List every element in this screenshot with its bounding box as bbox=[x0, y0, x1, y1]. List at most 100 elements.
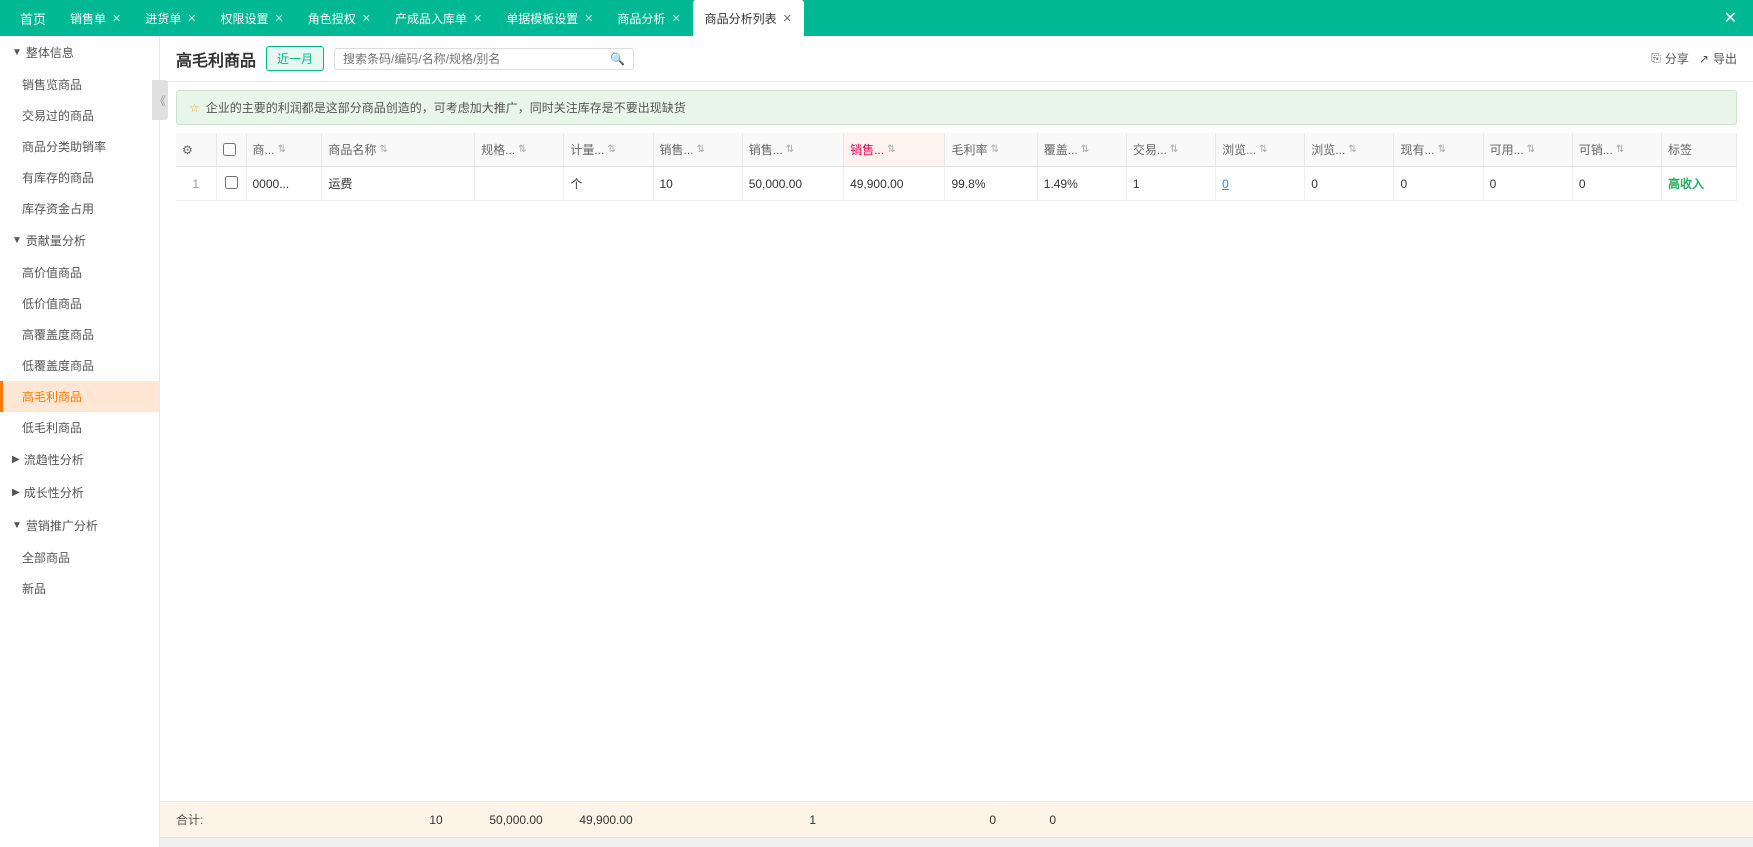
footer-values: 10 50,000.00 49,900.00 1 0 0 bbox=[223, 813, 1737, 827]
table-body: 1 0000... 运费 个 10 50,000.00 49,900.00 99… bbox=[176, 167, 1737, 201]
row-checkbox[interactable] bbox=[225, 176, 238, 189]
col-stock-saleable-header[interactable]: 可销... ⇅ bbox=[1572, 133, 1661, 167]
close-product-analysis-list-tab[interactable]: ✕ bbox=[783, 12, 792, 25]
sidebar-item-in-stock-products[interactable]: 有库存的商品 bbox=[0, 162, 159, 193]
col-trade-label: 交易... bbox=[1133, 141, 1167, 158]
nav-home[interactable]: 首页 bbox=[8, 0, 58, 36]
nav-product-analysis-list[interactable]: 商品分析列表 ✕ bbox=[693, 0, 804, 36]
close-sales-order-tab[interactable]: ✕ bbox=[112, 12, 121, 25]
horizontal-scrollbar[interactable] bbox=[160, 837, 1753, 847]
footer-bar: 合计: 10 50,000.00 49,900.00 1 0 0 bbox=[160, 801, 1753, 837]
nav-template-settings[interactable]: 单据模板设置 ✕ bbox=[494, 0, 605, 36]
search-icon[interactable]: 🔍 bbox=[610, 52, 625, 66]
col-spec-header[interactable]: 规格... ⇅ bbox=[475, 133, 564, 167]
sort-sales-amount-icon[interactable]: ⇅ bbox=[786, 144, 794, 155]
sort-gross-rate-icon[interactable]: ⇅ bbox=[990, 144, 998, 155]
sidebar-item-low-coverage[interactable]: 低覆盖度商品 bbox=[0, 350, 159, 381]
sidebar-item-low-value[interactable]: 低价值商品 bbox=[0, 288, 159, 319]
row-name: 运费 bbox=[322, 167, 475, 201]
nav-permission-settings[interactable]: 权限设置 ✕ bbox=[208, 0, 295, 36]
footer-sales-cost-val: 49,900.00 bbox=[573, 813, 663, 827]
sort-browse1-icon[interactable]: ⇅ bbox=[1259, 144, 1267, 155]
table-row: 1 0000... 运费 个 10 50,000.00 49,900.00 99… bbox=[176, 167, 1737, 201]
col-tag-header: 标签 bbox=[1662, 133, 1737, 167]
sidebar-section-flow-analysis[interactable]: ▶ 流趋性分析 bbox=[0, 443, 159, 476]
sort-sales-cost-icon[interactable]: ⇅ bbox=[887, 144, 895, 155]
close-permission-settings-tab[interactable]: ✕ bbox=[275, 12, 284, 25]
close-product-analysis-tab[interactable]: ✕ bbox=[671, 12, 680, 25]
col-unit-header[interactable]: 计量... ⇅ bbox=[564, 133, 653, 167]
col-browse1-header[interactable]: 浏览... ⇅ bbox=[1216, 133, 1305, 167]
col-sales-qty-header[interactable]: 销售... ⇅ bbox=[653, 133, 742, 167]
col-spec-label: 规格... bbox=[481, 141, 515, 158]
table-container: ⚙ 商... ⇅ 商品名称 bbox=[160, 133, 1753, 801]
nav-product-analysis[interactable]: 商品分析 ✕ bbox=[605, 0, 692, 36]
col-browse2-header[interactable]: 浏览... ⇅ bbox=[1305, 133, 1394, 167]
nav-sales-order[interactable]: 销售单 ✕ bbox=[58, 0, 133, 36]
col-sales-cost-header[interactable]: 销售... ⇅ bbox=[844, 133, 945, 167]
col-stock-usable-header[interactable]: 可用... ⇅ bbox=[1483, 133, 1572, 167]
sidebar-item-high-value[interactable]: 高价值商品 bbox=[0, 257, 159, 288]
col-stock-saleable-label: 可销... bbox=[1579, 141, 1613, 158]
sidebar-section-marketing-analysis[interactable]: ▼ 营销推广分析 bbox=[0, 509, 159, 542]
sort-spec-icon[interactable]: ⇅ bbox=[518, 144, 526, 155]
sidebar-section-general-info[interactable]: ▼ 整体信息 bbox=[0, 36, 159, 69]
tip-icon: ☆ bbox=[189, 101, 200, 115]
sort-browse2-icon[interactable]: ⇅ bbox=[1348, 144, 1356, 155]
sort-stock-current-icon[interactable]: ⇅ bbox=[1437, 144, 1445, 155]
sort-name-icon[interactable]: ⇅ bbox=[379, 144, 387, 155]
sidebar-collapse-button[interactable]: 《 bbox=[152, 80, 168, 120]
col-sales-amount-header[interactable]: 销售... ⇅ bbox=[742, 133, 843, 167]
row-browse1[interactable]: 0 bbox=[1216, 167, 1305, 201]
search-input[interactable] bbox=[343, 52, 610, 66]
date-filter-button[interactable]: 近一月 bbox=[266, 46, 324, 71]
close-window-button[interactable]: ✕ bbox=[1716, 8, 1745, 28]
sidebar-item-new-products[interactable]: 新品 bbox=[0, 573, 159, 604]
sidebar-item-low-margin[interactable]: 低毛利商品 bbox=[0, 412, 159, 443]
col-settings[interactable]: ⚙ bbox=[176, 133, 216, 167]
row-coverage: 1.49% bbox=[1037, 167, 1126, 201]
footer-sales-qty-val: 10 bbox=[423, 813, 483, 827]
col-name-header[interactable]: 商品名称 ⇅ bbox=[322, 133, 475, 167]
row-sales-cost: 49,900.00 bbox=[844, 167, 945, 201]
col-stock-current-header[interactable]: 现有... ⇅ bbox=[1394, 133, 1483, 167]
share-button[interactable]: ⎘ 分享 bbox=[1651, 50, 1689, 67]
sort-unit-icon[interactable]: ⇅ bbox=[607, 144, 615, 155]
select-all-checkbox[interactable] bbox=[223, 143, 236, 156]
sidebar-section-contribution-analysis[interactable]: ▼ 贡献量分析 bbox=[0, 224, 159, 257]
sort-code-icon[interactable]: ⇅ bbox=[278, 144, 286, 155]
sort-stock-usable-icon[interactable]: ⇅ bbox=[1527, 144, 1535, 155]
row-checkbox-cell[interactable] bbox=[216, 167, 246, 201]
sidebar-item-traded-products[interactable]: 交易过的商品 bbox=[0, 100, 159, 131]
close-purchase-order-tab[interactable]: ✕ bbox=[187, 12, 196, 25]
sort-stock-saleable-icon[interactable]: ⇅ bbox=[1616, 144, 1624, 155]
sidebar-section-growth-label: 成长性分析 bbox=[24, 484, 84, 501]
close-role-auth-tab[interactable]: ✕ bbox=[362, 12, 371, 25]
row-trade: 1 bbox=[1126, 167, 1215, 201]
nav-purchase-order[interactable]: 进货单 ✕ bbox=[133, 0, 208, 36]
col-coverage-header[interactable]: 覆盖... ⇅ bbox=[1037, 133, 1126, 167]
row-stock-saleable: 0 bbox=[1572, 167, 1661, 201]
col-trade-header[interactable]: 交易... ⇅ bbox=[1126, 133, 1215, 167]
export-button[interactable]: ↗ 导出 bbox=[1699, 50, 1737, 67]
sidebar-item-inventory-capital[interactable]: 库存资金占用 bbox=[0, 193, 159, 224]
row-num: 1 bbox=[176, 167, 216, 201]
close-template-settings-tab[interactable]: ✕ bbox=[584, 12, 593, 25]
sort-trade-icon[interactable]: ⇅ bbox=[1170, 144, 1178, 155]
close-product-inbound-tab[interactable]: ✕ bbox=[473, 12, 482, 25]
sort-sales-qty-icon[interactable]: ⇅ bbox=[697, 144, 705, 155]
col-gross-rate-header[interactable]: 毛利率 ⇅ bbox=[945, 133, 1037, 167]
sidebar-item-category-sales-rate[interactable]: 商品分类助销率 bbox=[0, 131, 159, 162]
col-code-header[interactable]: 商... ⇅ bbox=[246, 133, 322, 167]
nav-product-inbound[interactable]: 产成品入库单 ✕ bbox=[383, 0, 494, 36]
data-table: ⚙ 商... ⇅ 商品名称 bbox=[176, 133, 1737, 201]
sidebar-item-all-products[interactable]: 全部商品 bbox=[0, 542, 159, 573]
sidebar-item-high-coverage[interactable]: 高覆盖度商品 bbox=[0, 319, 159, 350]
sidebar-section-growth-analysis[interactable]: ▶ 成长性分析 bbox=[0, 476, 159, 509]
sort-coverage-icon[interactable]: ⇅ bbox=[1081, 144, 1089, 155]
nav-role-auth[interactable]: 角色授权 ✕ bbox=[296, 0, 383, 36]
col-tag-label: 标签 bbox=[1668, 141, 1692, 158]
col-checkbox[interactable] bbox=[216, 133, 246, 167]
sidebar-item-sales-overview[interactable]: 销售览商品 bbox=[0, 69, 159, 100]
sidebar-item-high-margin[interactable]: 高毛利商品 bbox=[0, 381, 159, 412]
